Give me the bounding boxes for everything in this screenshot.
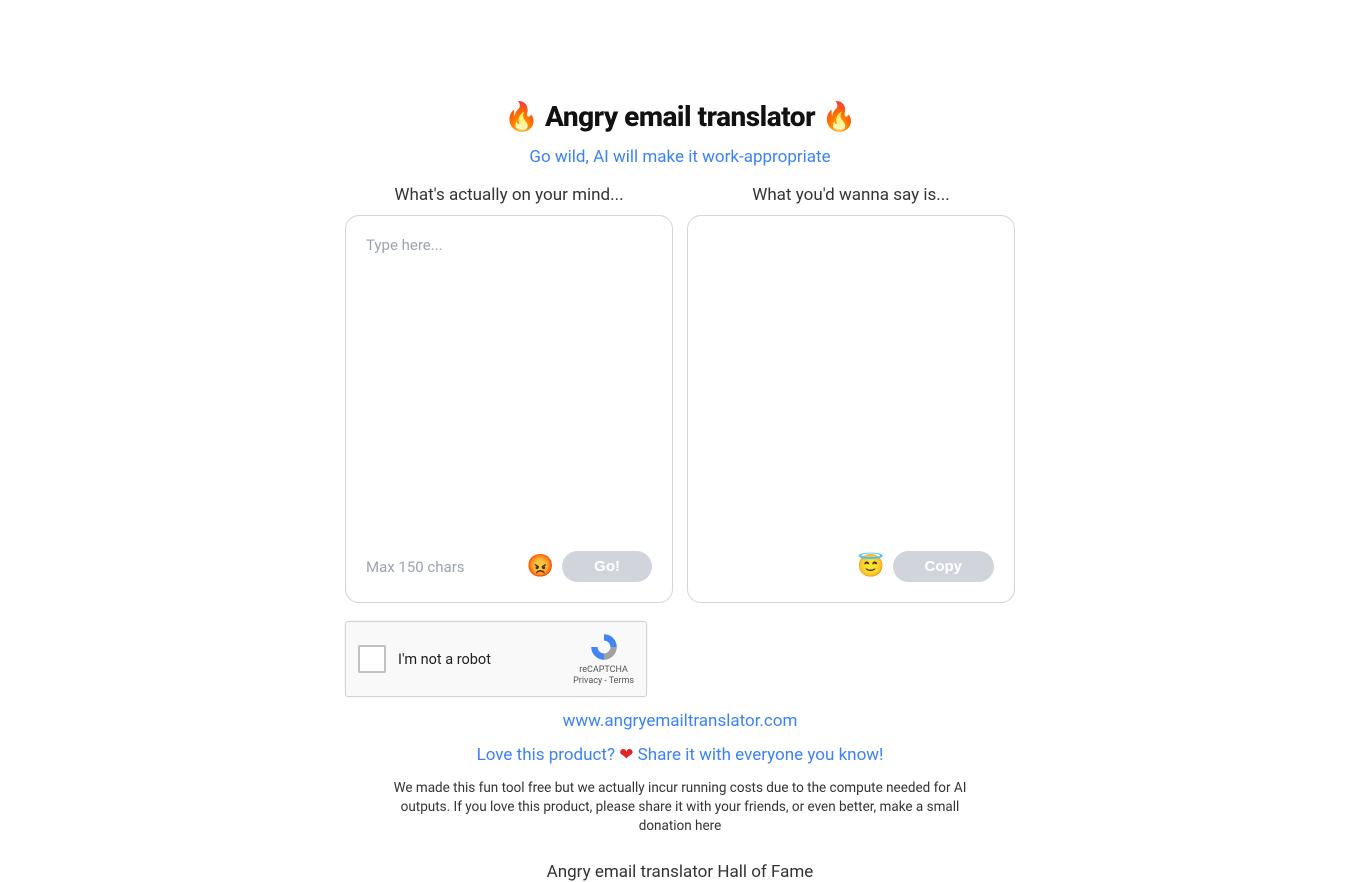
love-line-suffix: Share it with everyone you know! [633,745,883,765]
recaptcha-badge: reCAPTCHA Privacy - Terms [573,631,634,687]
angry-input[interactable] [366,236,652,543]
copy-button[interactable]: Copy [893,551,995,582]
recaptcha-label: I'm not a robot [398,651,573,668]
page-title: 🔥 Angry email translator 🔥 [504,100,856,133]
subtitle: Go wild, AI will make it work-appropriat… [529,147,830,167]
angry-face-icon: 😡 [527,556,554,578]
output-panel-footer: 😇 Copy [708,551,994,582]
recaptcha-terms-link[interactable]: Terms [609,676,634,687]
output-panel-label: What you'd wanna say is... [752,185,950,205]
love-line: Love this product? ❤ Share it with every… [477,745,884,765]
angel-face-icon: 😇 [857,556,884,578]
recaptcha-checkbox[interactable] [358,645,386,673]
max-chars-text: Max 150 chars [366,558,465,576]
input-panel-footer: Max 150 chars 😡 Go! [366,551,652,582]
recaptcha-links: Privacy - Terms [573,676,634,687]
output-panel: 😇 Copy [687,215,1015,603]
output-panel-wrapper: What you'd wanna say is... 😇 Copy [687,185,1015,603]
cost-text: We made this fun tool free but we actual… [375,779,985,836]
love-line-prefix: Love this product? [477,745,620,765]
heart-icon: ❤ [619,745,633,765]
recaptcha-icon [588,631,620,663]
recaptcha-privacy-link[interactable]: Privacy [573,676,602,687]
go-button[interactable]: Go! [562,551,652,582]
recaptcha-widget: I'm not a robot reCAPTCHA Privacy - Term… [345,621,647,697]
recaptcha-brand: reCAPTCHA [579,665,628,676]
hall-of-fame-heading: Angry email translator Hall of Fame [547,862,814,882]
input-panel-wrapper: What's actually on your mind... Max 150 … [345,185,673,603]
site-url[interactable]: www.angryemailtranslator.com [563,711,798,731]
panels-container: What's actually on your mind... Max 150 … [345,185,1015,603]
input-panel: Max 150 chars 😡 Go! [345,215,673,603]
recaptcha-row: I'm not a robot reCAPTCHA Privacy - Term… [345,621,1015,697]
input-panel-label: What's actually on your mind... [394,185,623,205]
translated-output [708,236,994,543]
